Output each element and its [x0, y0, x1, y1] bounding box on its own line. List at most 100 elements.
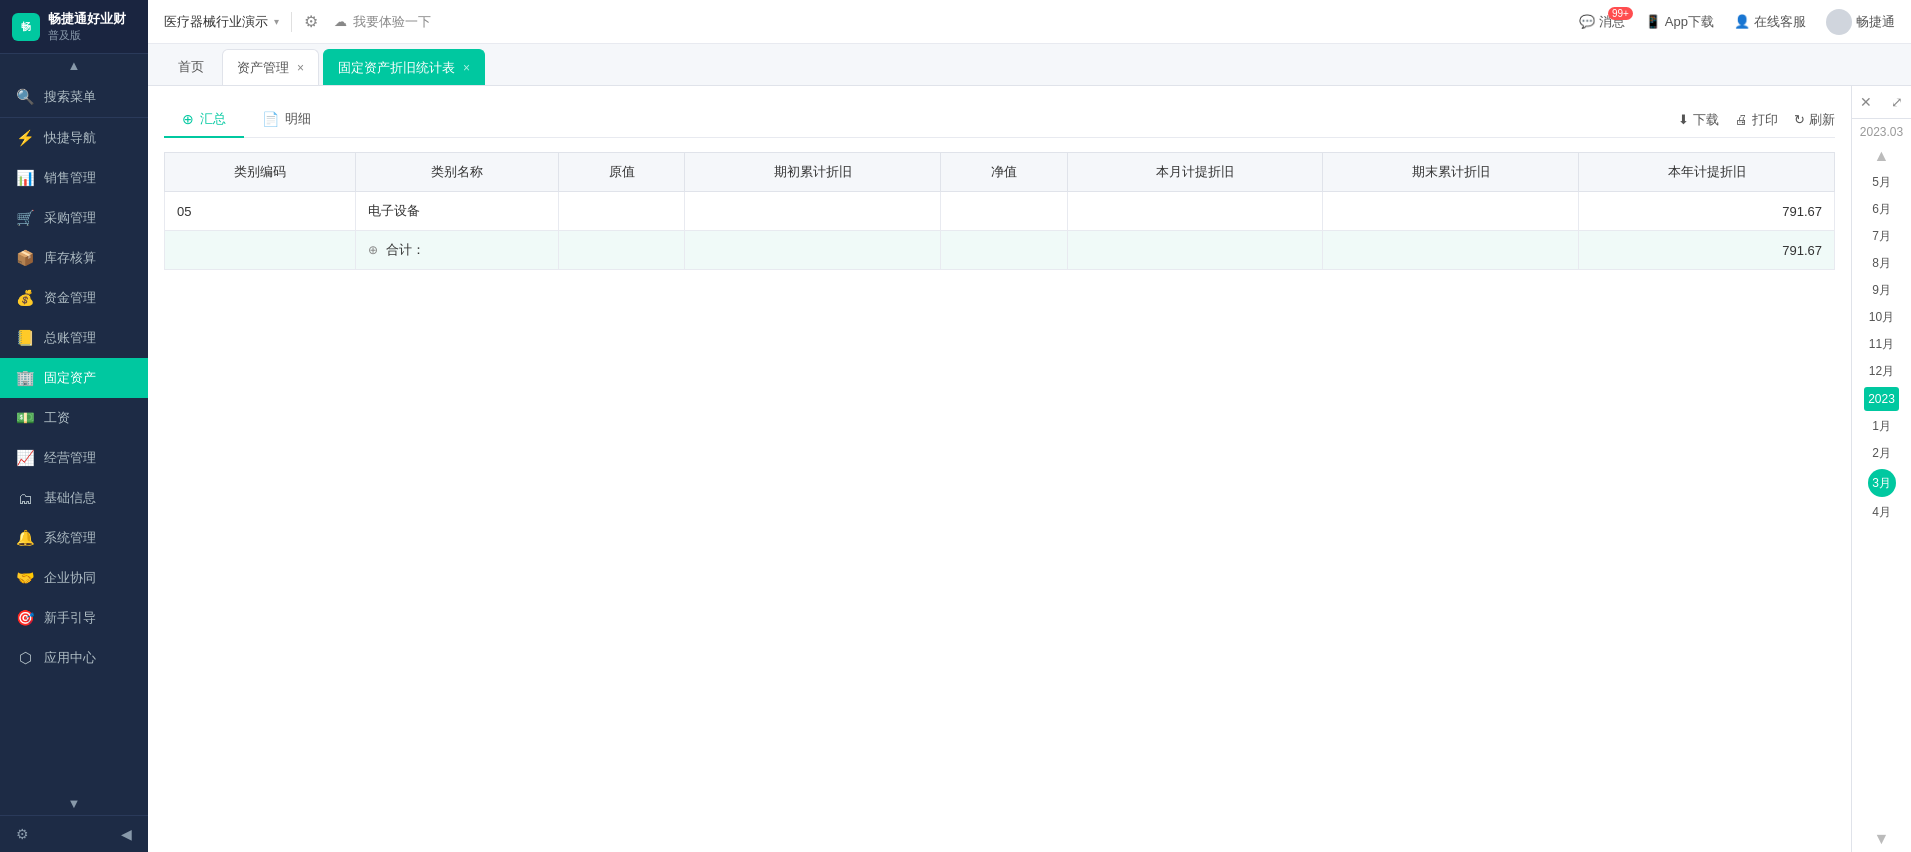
- tab-asset-mgmt[interactable]: 资产管理 ×: [222, 49, 319, 85]
- purchase-icon: 🛒: [16, 209, 34, 227]
- sidebar-item-sales[interactable]: 📊 销售管理: [0, 158, 148, 198]
- sidebar-item-label: 基础信息: [44, 489, 96, 507]
- month-item-4[interactable]: 4月: [1852, 499, 1911, 526]
- sidebar-item-label: 应用中心: [44, 649, 96, 667]
- right-panel: ✕ ⤢ 2023.03 ▲ 5月 6月 7月 8月 9月 10月 11月 12月…: [1851, 86, 1911, 852]
- sidebar: 畅 畅捷通好业财 普及版 ▲ 🔍 搜索菜单 ⚡ 快捷导航 📊 销售管理 🛒 采购…: [0, 0, 148, 852]
- cell-original: [558, 192, 685, 231]
- sidebar-item-label: 系统管理: [44, 529, 96, 547]
- topbar-settings-icon[interactable]: ⚙: [304, 12, 318, 31]
- sub-tab-summary-label: 汇总: [200, 110, 226, 128]
- app-download-button[interactable]: 📱 App下载: [1645, 13, 1714, 31]
- sidebar-item-finance[interactable]: 💰 资金管理: [0, 278, 148, 318]
- messages-button[interactable]: 💬 消息 99+: [1579, 13, 1625, 31]
- sidebar-item-fixed-assets[interactable]: 🏢 固定资产: [0, 358, 148, 398]
- sidebar-item-inventory[interactable]: 📦 库存核算: [0, 238, 148, 278]
- download-button[interactable]: ⬇ 下载: [1678, 111, 1719, 129]
- month-item-11[interactable]: 11月: [1852, 331, 1911, 358]
- total-original: [558, 231, 685, 270]
- sub-tab-summary[interactable]: ⊕ 汇总: [164, 102, 244, 138]
- finance-icon: 💰: [16, 289, 34, 307]
- col-net-value: 净值: [941, 153, 1068, 192]
- sidebar-item-operations[interactable]: 📈 经营管理: [0, 438, 148, 478]
- month-item-12[interactable]: 12月: [1852, 358, 1911, 385]
- sidebar-item-payroll[interactable]: 💵 工资: [0, 398, 148, 438]
- sidebar-scroll-up[interactable]: ▲: [0, 54, 148, 77]
- summary-icon: ⊕: [182, 111, 194, 127]
- tab-asset-mgmt-close[interactable]: ×: [297, 61, 304, 75]
- user-menu[interactable]: 畅捷通: [1826, 9, 1895, 35]
- ledger-icon: 📒: [16, 329, 34, 347]
- month-item-3[interactable]: 3月: [1868, 469, 1896, 497]
- panel-header: ✕ ⤢: [1852, 86, 1911, 119]
- total-cell-empty1: [165, 231, 356, 270]
- sales-icon: 📊: [16, 169, 34, 187]
- quick-nav-icon: ⚡: [16, 129, 34, 147]
- tab-depreciation-report[interactable]: 固定资产折旧统计表 ×: [323, 49, 485, 85]
- user-name: 畅捷通: [1856, 13, 1895, 31]
- panel-expand-button[interactable]: ⤢: [1887, 92, 1907, 112]
- report-area: ⊕ 汇总 📄 明细 ⬇ 下载 🖨 打印: [148, 86, 1851, 852]
- experience-button[interactable]: ☁ 我要体验一下: [334, 13, 431, 31]
- sidebar-scroll-down[interactable]: ▼: [0, 792, 148, 815]
- app-center-icon: ⬡: [16, 649, 34, 667]
- month-item-5[interactable]: 5月: [1852, 169, 1911, 196]
- topbar-divider: [291, 12, 292, 32]
- sidebar-title-area: 畅捷通好业财 普及版: [48, 10, 126, 43]
- total-initial-dep: [685, 231, 941, 270]
- download-label: 下载: [1693, 111, 1719, 129]
- sidebar-item-label: 总账管理: [44, 329, 96, 347]
- sidebar-item-ledger[interactable]: 📒 总账管理: [0, 318, 148, 358]
- sub-tab-detail[interactable]: 📄 明细: [244, 102, 329, 138]
- tab-depreciation-close[interactable]: ×: [463, 61, 470, 75]
- experience-cloud-icon: ☁: [334, 14, 347, 29]
- tab-depreciation-label: 固定资产折旧统计表: [338, 59, 455, 77]
- online-service-button[interactable]: 👤 在线客服: [1734, 13, 1806, 31]
- panel-close-button[interactable]: ✕: [1856, 92, 1876, 112]
- sidebar-item-quick-nav[interactable]: ⚡ 快捷导航: [0, 118, 148, 158]
- month-item-1[interactable]: 1月: [1852, 413, 1911, 440]
- sidebar-item-search[interactable]: 🔍 搜索菜单: [0, 77, 148, 118]
- month-item-2[interactable]: 2月: [1852, 440, 1911, 467]
- operations-icon: 📈: [16, 449, 34, 467]
- page-content: ⊕ 汇总 📄 明细 ⬇ 下载 🖨 打印: [148, 86, 1911, 852]
- cell-annual-dep: 791.67: [1579, 192, 1835, 231]
- sidebar-item-label: 销售管理: [44, 169, 96, 187]
- cell-monthly-dep: [1067, 192, 1323, 231]
- sidebar-item-system[interactable]: 🔔 系统管理: [0, 518, 148, 558]
- total-annual-dep: 791.67: [1579, 231, 1835, 270]
- tab-home[interactable]: 首页: [164, 49, 218, 85]
- sidebar-item-label: 工资: [44, 409, 70, 427]
- sidebar-item-purchase[interactable]: 🛒 采购管理: [0, 198, 148, 238]
- sidebar-item-cooperation[interactable]: 🤝 企业协同: [0, 558, 148, 598]
- total-row: ⊕ 合计： 791.67: [165, 231, 1835, 270]
- month-item-8[interactable]: 8月: [1852, 250, 1911, 277]
- panel-up-button[interactable]: ▲: [1870, 143, 1894, 169]
- avatar: [1826, 9, 1852, 35]
- company-name: 医疗器械行业演示: [164, 13, 268, 31]
- app-name: 畅捷通好业财: [48, 10, 126, 28]
- month-item-9[interactable]: 9月: [1852, 277, 1911, 304]
- month-item-10[interactable]: 10月: [1852, 304, 1911, 331]
- sidebar-item-guide[interactable]: 🎯 新手引导: [0, 598, 148, 638]
- table-row[interactable]: 05 电子设备 791.67: [165, 192, 1835, 231]
- cell-initial-dep: [685, 192, 941, 231]
- refresh-button[interactable]: ↻ 刷新: [1794, 111, 1835, 129]
- month-item-7[interactable]: 7月: [1852, 223, 1911, 250]
- main: 医疗器械行业演示 ▾ ⚙ ☁ 我要体验一下 💬 消息 99+ 📱 App下载 👤…: [148, 0, 1911, 852]
- settings-icon[interactable]: ⚙: [16, 826, 29, 842]
- detail-icon: 📄: [262, 111, 279, 127]
- panel-down-button[interactable]: ▼: [1870, 826, 1894, 852]
- sidebar-item-app-center[interactable]: ⬡ 应用中心: [0, 638, 148, 678]
- online-service-label: 在线客服: [1754, 13, 1806, 31]
- sidebar-item-label: 企业协同: [44, 569, 96, 587]
- table-header-row: 类别编码 类别名称 原值 期初累计折旧 净值 本月计提折旧 期末累计折旧 本年计…: [165, 153, 1835, 192]
- sidebar-item-label: 库存核算: [44, 249, 96, 267]
- sidebar-item-basic-info[interactable]: 🗂 基础信息: [0, 478, 148, 518]
- collapse-sidebar-button[interactable]: ◀: [121, 826, 132, 842]
- month-item-6[interactable]: 6月: [1852, 196, 1911, 223]
- total-label: ⊕ 合计：: [356, 231, 559, 270]
- company-selector[interactable]: 医疗器械行业演示 ▾: [164, 13, 279, 31]
- topbar: 医疗器械行业演示 ▾ ⚙ ☁ 我要体验一下 💬 消息 99+ 📱 App下载 👤…: [148, 0, 1911, 44]
- print-button[interactable]: 🖨 打印: [1735, 111, 1778, 129]
